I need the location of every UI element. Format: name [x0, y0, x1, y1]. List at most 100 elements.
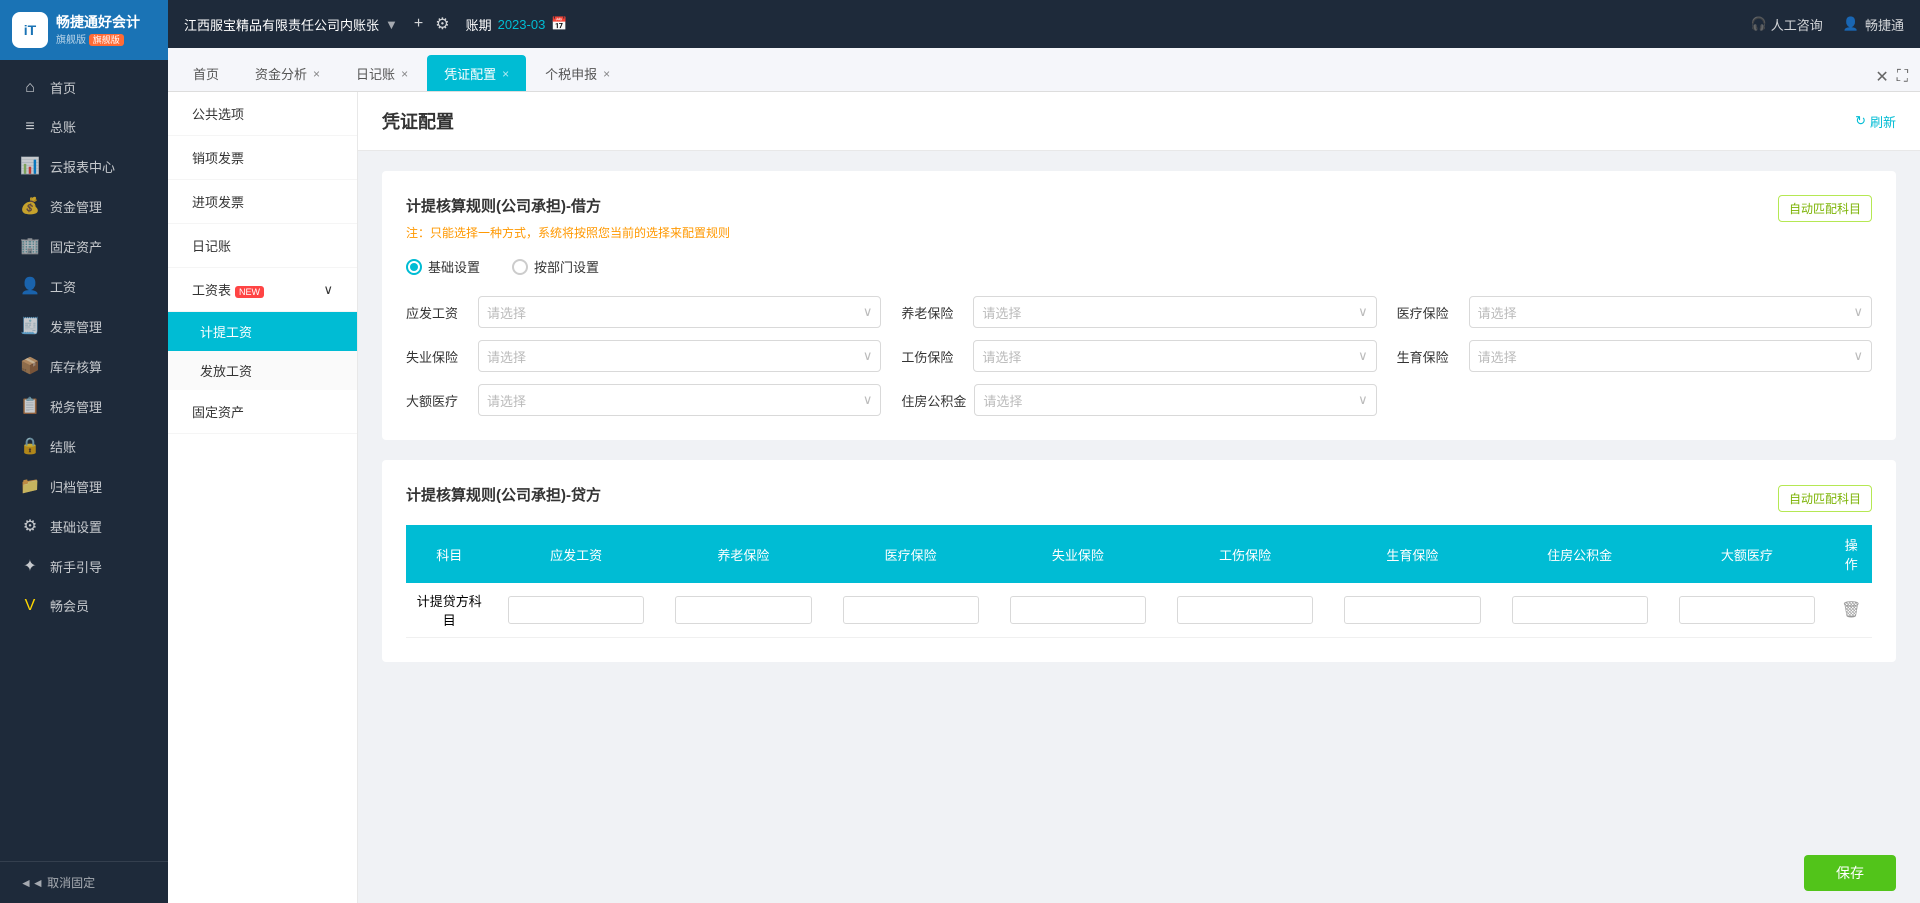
- sidebar-item-closing[interactable]: 🔒 结账: [0, 426, 168, 466]
- input-injury[interactable]: [1177, 596, 1313, 624]
- tab-voucher-config[interactable]: 凭证配置 ×: [427, 55, 526, 91]
- refresh-button[interactable]: ↻ 刷新: [1855, 112, 1896, 131]
- section2-header: 计提核算规则(公司承担)-贷方 自动匹配科目: [406, 484, 1872, 513]
- row-label: 计提贷方科目: [406, 583, 493, 638]
- cell-housing-fund: [1496, 583, 1663, 638]
- settings-button[interactable]: ⚙: [435, 14, 449, 34]
- sidebar-item-ledger[interactable]: ≡ 总账: [0, 107, 168, 146]
- chevron-down-icon: ∨: [863, 392, 873, 408]
- top-bar: 江西服宝精品有限责任公司内账张 ▼ + ⚙ 账期 2023-03 📅 🎧 人工咨…: [168, 0, 1920, 48]
- chevron-down-icon: ∨: [863, 304, 873, 320]
- input-medical[interactable]: [843, 596, 979, 624]
- left-menu-item-public[interactable]: 公共选项: [168, 92, 357, 136]
- page-header: 凭证配置 ↻ 刷新: [358, 92, 1920, 151]
- assets-icon: 🏢: [20, 236, 40, 256]
- input-maternity[interactable]: [1344, 596, 1480, 624]
- tab-journal[interactable]: 日记账 ×: [339, 55, 425, 91]
- page-title: 凭证配置: [382, 108, 454, 134]
- sidebar-item-label: 畅会员: [50, 596, 89, 615]
- sidebar-logo: iT 畅捷通好会计 旗舰版 旗舰版: [0, 0, 168, 60]
- close-icon[interactable]: ×: [401, 67, 408, 81]
- delete-row-button[interactable]: 🗑: [1841, 602, 1861, 619]
- radio-unchecked-icon: [512, 259, 528, 275]
- radio-dept-label: 按部门设置: [534, 257, 599, 276]
- radio-group: 基础设置 按部门设置: [406, 257, 1872, 276]
- chevron-down-icon: ∨: [1853, 304, 1863, 320]
- input-pension[interactable]: [675, 596, 811, 624]
- radio-dept[interactable]: 按部门设置: [512, 257, 599, 276]
- left-menu-item-purchase[interactable]: 进项发票: [168, 180, 357, 224]
- field-maternity: 生育保险 请选择 ∨: [1397, 340, 1872, 372]
- left-menu-group-salary-table[interactable]: 工资表NEW ∨: [168, 268, 357, 312]
- auto-match-credit-button[interactable]: 自动匹配科目: [1778, 485, 1872, 512]
- field-label: 生育保险: [1397, 347, 1461, 366]
- large-medical-select[interactable]: 请选择 ∨: [478, 384, 881, 416]
- radio-basic[interactable]: 基础设置: [406, 257, 480, 276]
- col-housing-fund: 住房公积金: [1496, 525, 1663, 583]
- expand-window-button[interactable]: ⛶: [1897, 68, 1908, 86]
- left-menu-item-journal[interactable]: 日记账: [168, 224, 357, 268]
- close-icon[interactable]: ×: [502, 67, 509, 81]
- section1-header: 计提核算规则(公司承担)-借方 注：只能选择一种方式，系统将按照您当前的选择来配…: [406, 195, 1872, 241]
- gross-salary-select[interactable]: 请选择 ∨: [478, 296, 881, 328]
- sidebar-item-inventory[interactable]: 📦 库存核算: [0, 346, 168, 386]
- sidebar-nav: ⌂ 首页 ≡ 总账 📊 云报表中心 💰 资金管理 🏢 固定资产 👤 工资 🧾 发…: [0, 60, 168, 861]
- cell-gross-salary: [493, 583, 660, 638]
- funds-icon: 💰: [20, 196, 40, 216]
- sidebar-item-invoices[interactable]: 🧾 发票管理: [0, 306, 168, 346]
- user-info: 👤 畅捷通: [1843, 15, 1904, 34]
- medical-select[interactable]: 请选择 ∨: [1469, 296, 1872, 328]
- left-menu-sub-calculate-salary[interactable]: 计提工资: [168, 312, 357, 351]
- add-button[interactable]: +: [414, 15, 423, 33]
- save-button[interactable]: 保存: [1804, 855, 1896, 891]
- chevron-down-icon: ∨: [1358, 392, 1368, 408]
- left-menu-item-fixed-assets[interactable]: 固定资产: [168, 390, 357, 434]
- select-placeholder: 请选择: [487, 391, 526, 410]
- input-large-medical[interactable]: [1679, 596, 1815, 624]
- tab-home[interactable]: 首页: [176, 55, 236, 91]
- sidebar-item-salary[interactable]: 👤 工资: [0, 266, 168, 306]
- maternity-select[interactable]: 请选择 ∨: [1469, 340, 1872, 372]
- close-window-button[interactable]: ✕: [1875, 67, 1888, 87]
- sidebar-item-home[interactable]: ⌂ 首页: [0, 68, 168, 107]
- sidebar-item-assets[interactable]: 🏢 固定资产: [0, 226, 168, 266]
- select-placeholder: 请选择: [487, 303, 526, 322]
- home-icon: ⌂: [20, 79, 40, 97]
- tab-tax-filing[interactable]: 个税申报 ×: [528, 55, 627, 91]
- tab-funds-analysis[interactable]: 资金分析 ×: [238, 55, 337, 91]
- input-housing-fund[interactable]: [1512, 596, 1648, 624]
- cancel-fixed-button[interactable]: ◄◄ 取消固定: [0, 861, 168, 903]
- housing-fund-select[interactable]: 请选择 ∨: [974, 384, 1376, 416]
- input-gross-salary[interactable]: [508, 596, 644, 624]
- input-unemployment[interactable]: [1010, 596, 1146, 624]
- unemployment-select[interactable]: 请选择 ∨: [478, 340, 881, 372]
- service-button[interactable]: 🎧 人工咨询: [1751, 15, 1823, 34]
- field-medical: 医疗保险 请选择 ∨: [1397, 296, 1872, 328]
- sidebar-item-tax[interactable]: 📋 税务管理: [0, 386, 168, 426]
- reports-icon: 📊: [20, 156, 40, 176]
- sidebar-item-funds[interactable]: 💰 资金管理: [0, 186, 168, 226]
- left-menu-sub-pay-salary[interactable]: 发放工资: [168, 351, 357, 390]
- pension-select[interactable]: 请选择 ∨: [973, 296, 1376, 328]
- period-label: 账期: [466, 15, 492, 34]
- sidebar-item-archive[interactable]: 📁 归档管理: [0, 466, 168, 506]
- close-icon[interactable]: ×: [603, 67, 610, 81]
- content-area: 公共选项 销项发票 进项发票 日记账 工资表NEW ∨ 计提工资 发放工资 固定…: [168, 92, 1920, 903]
- sidebar-item-reports[interactable]: 📊 云报表中心: [0, 146, 168, 186]
- field-large-medical: 大额医疗 请选择 ∨: [406, 384, 881, 416]
- inventory-icon: 📦: [20, 356, 40, 376]
- calendar-icon[interactable]: 📅: [551, 16, 567, 32]
- closing-icon: 🔒: [20, 436, 40, 456]
- close-icon[interactable]: ×: [313, 67, 320, 81]
- injury-select[interactable]: 请选择 ∨: [973, 340, 1376, 372]
- chevron-down-icon: ∨: [1358, 304, 1368, 320]
- ledger-icon: ≡: [20, 118, 40, 136]
- sidebar-item-settings[interactable]: ⚙ 基础设置: [0, 506, 168, 546]
- left-menu-item-sales[interactable]: 销项发票: [168, 136, 357, 180]
- company-selector[interactable]: 江西服宝精品有限责任公司内账张 ▼: [184, 15, 398, 34]
- col-maternity: 生育保险: [1329, 525, 1496, 583]
- field-label: 住房公积金: [901, 391, 966, 410]
- auto-match-debit-button[interactable]: 自动匹配科目: [1778, 195, 1872, 222]
- sidebar-item-member[interactable]: V 畅会员: [0, 586, 168, 625]
- sidebar-item-guide[interactable]: ✦ 新手引导: [0, 546, 168, 586]
